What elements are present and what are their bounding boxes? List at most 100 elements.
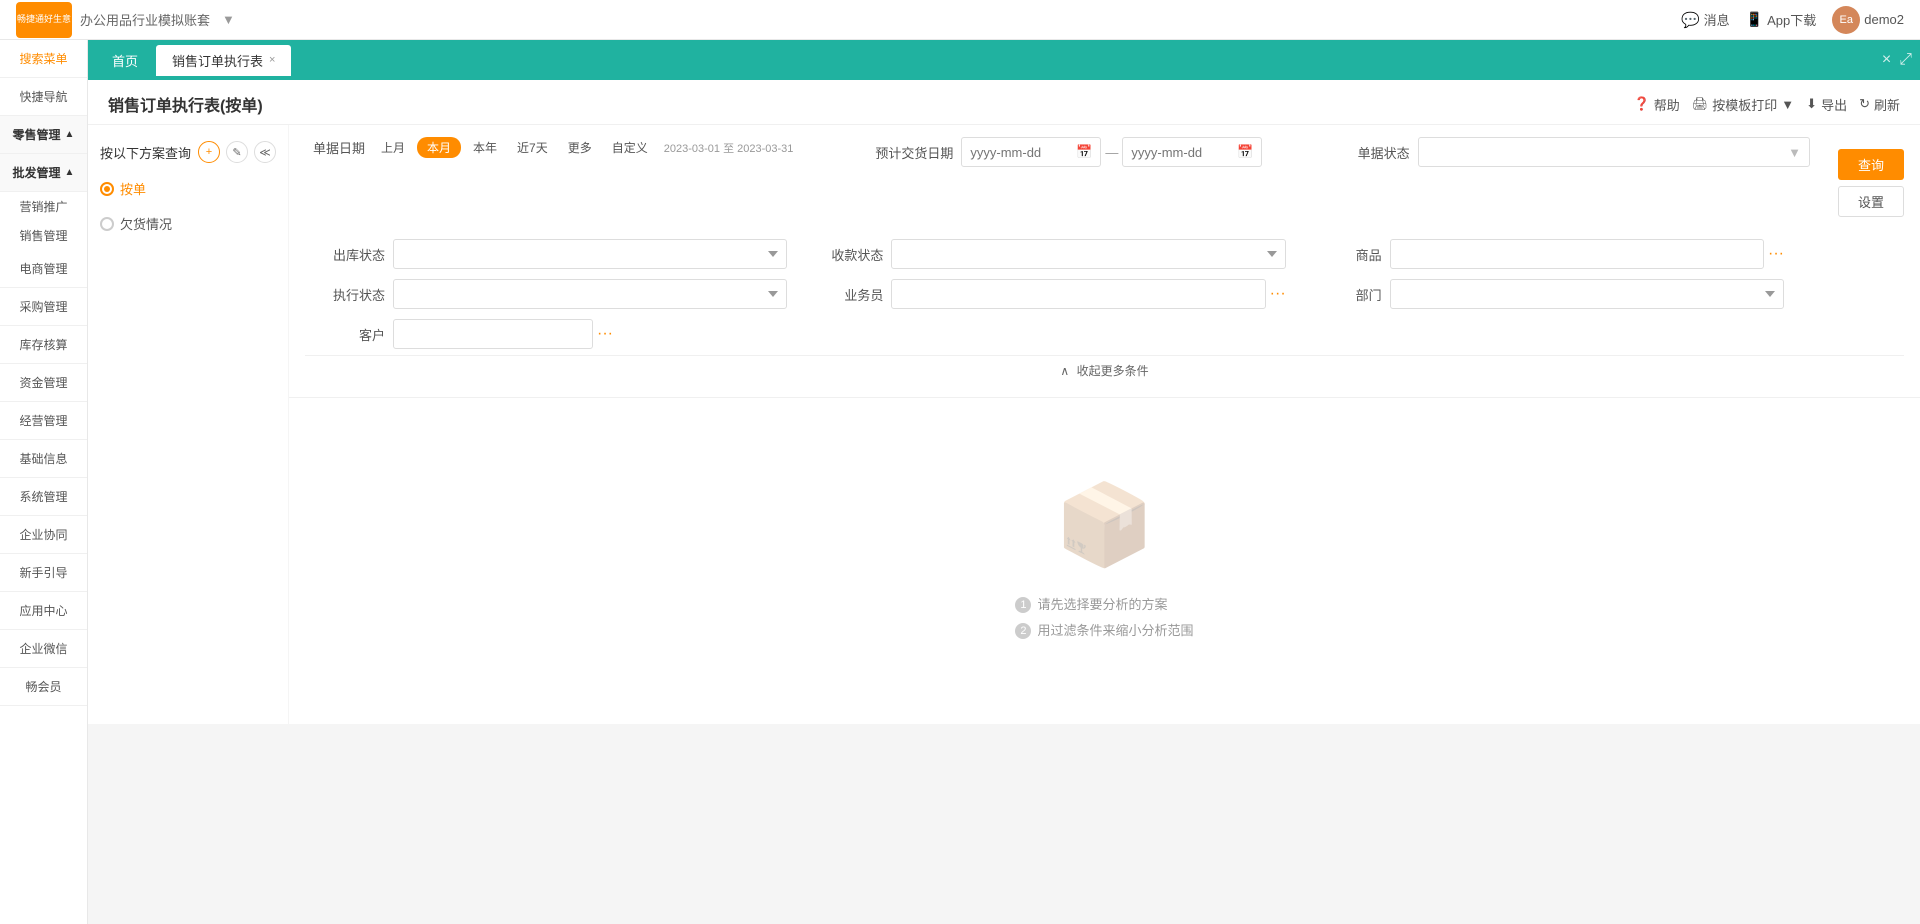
date-label: 单据日期	[305, 138, 365, 157]
date-tab-more[interactable]: 更多	[560, 137, 600, 158]
goods-input[interactable]	[1390, 239, 1764, 269]
customer-more-btn[interactable]: ···	[597, 325, 613, 343]
goods-label: 商品	[1302, 245, 1382, 264]
expected-date-end-input[interactable]	[1131, 145, 1237, 160]
salesperson-label: 业务员	[803, 285, 883, 304]
sidebar-item-collab[interactable]: 企业协同	[0, 516, 87, 554]
filter-area: 单据日期 上月 本月 本年 近7天 更多 自定义 2023-03-01 至 20…	[289, 125, 1920, 398]
export-icon: ⬇	[1806, 96, 1817, 112]
message-icon: 💬	[1681, 11, 1700, 29]
refresh-icon: ↻	[1859, 96, 1870, 112]
payment-select[interactable]	[891, 239, 1285, 269]
tab-close-icon[interactable]: ×	[269, 54, 275, 66]
status-label: 单据状态	[1350, 143, 1410, 162]
page-content: 销售订单执行表(按单) ❓ 帮助 🖨 按模板打印 ▼ ⬇	[88, 80, 1920, 924]
scheme-radio-active	[100, 182, 114, 196]
page-header-actions: ❓ 帮助 🖨 按模板打印 ▼ ⬇ 导出 ↻	[1634, 95, 1900, 114]
avatar: Ea	[1832, 6, 1860, 34]
dept-label: 部门	[1302, 285, 1382, 304]
goods-more-btn[interactable]: ···	[1768, 245, 1784, 263]
sidebar-item-retail[interactable]: 零售管理 ▲	[0, 116, 87, 154]
search-btn-col: 查询 设置	[1826, 137, 1904, 229]
tip-num-2: 2	[1015, 623, 1031, 639]
sidebar-item-app-center[interactable]: 应用中心	[0, 592, 87, 630]
search-button[interactable]: 查询	[1838, 149, 1904, 180]
sidebar-item-wholesale[interactable]: 批发管理 ▲	[0, 154, 87, 192]
date-tab-this-year[interactable]: 本年	[465, 137, 505, 158]
message-btn[interactable]: 💬 消息	[1681, 10, 1730, 29]
print-arrow-icon: ▼	[1781, 97, 1794, 112]
retail-arrow: ▲	[65, 129, 75, 140]
close-window-btn[interactable]: ×	[1882, 51, 1891, 69]
status-dropdown-icon: ▼	[1788, 145, 1801, 160]
date-range-text: 2023-03-01 至 2023-03-31	[664, 140, 794, 156]
salesperson-input[interactable]	[891, 279, 1265, 309]
sidebar-item-inventory[interactable]: 库存核算	[0, 326, 87, 364]
date-tab-7days[interactable]: 近7天	[509, 137, 556, 158]
maximize-window-btn[interactable]: ⤢	[1899, 51, 1912, 69]
topbar: 畅捷通好生意 办公用品行业模拟账套 ▼ 💬 消息 📱 App下载 Ea demo…	[0, 0, 1920, 40]
left-panel: 按以下方案查询 + ✎ ≪ 按单	[88, 125, 288, 724]
user-area[interactable]: Ea demo2	[1832, 6, 1904, 34]
print-icon: 🖨	[1692, 96, 1709, 112]
left-panel-label: 按以下方案查询	[100, 143, 191, 162]
refresh-btn[interactable]: ↻ 刷新	[1859, 95, 1900, 114]
empty-tips: 1 请先选择要分析的方案 2 用过滤条件来缩小分析范围	[1015, 592, 1193, 644]
sidebar: 搜索菜单 快捷导航 零售管理 ▲ 批发管理 ▲ 营销推广 销售管理 电商管理 采…	[0, 40, 88, 924]
sidebar-item-purchase[interactable]: 采购管理	[0, 288, 87, 326]
sidebar-item-finance[interactable]: 资金管理	[0, 364, 87, 402]
tab-sales-order[interactable]: 销售订单执行表 ×	[156, 45, 291, 76]
edit-scheme-btn[interactable]: ✎	[226, 141, 248, 163]
page-header: 销售订单执行表(按单) ❓ 帮助 🖨 按模板打印 ▼ ⬇	[88, 80, 1920, 125]
topbar-left: 畅捷通好生意 办公用品行业模拟账套 ▼	[16, 2, 235, 38]
left-panel-icons: + ✎ ≪	[198, 141, 276, 163]
sidebar-quick-nav[interactable]: 快捷导航	[0, 78, 87, 116]
sidebar-item-enterprise-wechat[interactable]: 企业微信	[0, 630, 87, 668]
add-scheme-btn[interactable]: +	[198, 141, 220, 163]
scheme-item-by-order[interactable]: 按单	[88, 171, 288, 206]
dept-select[interactable]	[1390, 279, 1784, 309]
help-btn[interactable]: ❓ 帮助	[1634, 95, 1680, 114]
app-logo: 畅捷通好生意	[16, 2, 72, 38]
sidebar-item-system[interactable]: 系统管理	[0, 478, 87, 516]
sidebar-item-ecommerce[interactable]: 电商管理	[0, 250, 87, 288]
empty-tip-1: 1 请先选择要分析的方案	[1015, 592, 1193, 618]
salesperson-more-btn[interactable]: ···	[1270, 285, 1286, 303]
date-tab-this-month[interactable]: 本月	[417, 137, 461, 158]
app-download-btn[interactable]: 📱 App下载	[1746, 10, 1817, 29]
execution-select[interactable]	[393, 279, 787, 309]
sidebar-item-business[interactable]: 经营管理	[0, 402, 87, 440]
calendar-end-icon: 📅	[1237, 144, 1253, 160]
outbound-select[interactable]	[393, 239, 787, 269]
sidebar-item-new-user[interactable]: 新手引导	[0, 554, 87, 592]
scheme-item-shortage[interactable]: 欠货情况	[88, 206, 288, 241]
download-icon: 📱	[1746, 11, 1763, 28]
sidebar-item-sales[interactable]: 销售管理	[0, 221, 87, 250]
customer-input[interactable]	[393, 319, 593, 349]
collapse-bar[interactable]: ∧ 收起更多条件	[305, 355, 1904, 385]
customer-label: 客户	[305, 325, 385, 344]
sidebar-search-menu[interactable]: 搜索菜单	[0, 40, 87, 78]
expected-date-label: 预计交货日期	[873, 143, 953, 162]
user-name: demo2	[1864, 12, 1904, 27]
date-tab-last-month[interactable]: 上月	[373, 137, 413, 158]
execution-label: 执行状态	[305, 285, 385, 304]
sidebar-item-member[interactable]: 畅会员	[0, 668, 87, 706]
sidebar-item-basic-info[interactable]: 基础信息	[0, 440, 87, 478]
expected-date-end[interactable]: 📅	[1122, 137, 1262, 167]
collapse-arrow: ∧	[1060, 364, 1069, 378]
top-title-arrow[interactable]: ▼	[222, 12, 235, 27]
help-icon: ❓	[1634, 96, 1650, 112]
sidebar-item-marketing[interactable]: 营销推广	[0, 192, 87, 221]
empty-state: 📦 1 请先选择要分析的方案 2 用过滤条件来缩小分析范围	[289, 398, 1920, 724]
expected-date-start-input[interactable]	[970, 145, 1076, 160]
settings-button[interactable]: 设置	[1838, 186, 1904, 217]
collapse-panel-btn[interactable]: ≪	[254, 141, 276, 163]
date-tab-custom[interactable]: 自定义	[604, 137, 656, 158]
print-template-btn[interactable]: 🖨 按模板打印 ▼	[1692, 95, 1794, 114]
tab-home[interactable]: 首页	[96, 45, 154, 76]
outbound-label: 出库状态	[305, 245, 385, 264]
export-btn[interactable]: ⬇ 导出	[1806, 95, 1847, 114]
expected-date-start[interactable]: 📅	[961, 137, 1101, 167]
scheme-radio-inactive	[100, 217, 114, 231]
